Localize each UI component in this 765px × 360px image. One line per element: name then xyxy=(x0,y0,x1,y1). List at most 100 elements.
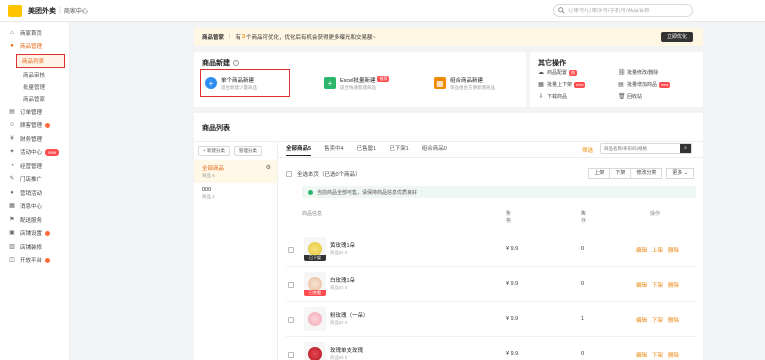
product-thumbnail[interactable] xyxy=(304,307,326,331)
download-icon: ⇩ xyxy=(538,93,544,100)
marketing-icon: ♦ xyxy=(10,189,14,196)
row-checkbox[interactable] xyxy=(288,317,294,323)
status-tip: 当前商品全部可售，请保持商品信息优质良好 xyxy=(302,186,696,198)
sidebar-sub-batch-manage[interactable]: 批量管理 xyxy=(0,81,69,93)
notification-dot xyxy=(45,230,51,236)
row-checkbox[interactable] xyxy=(288,247,294,253)
home-icon: ⌂ xyxy=(10,29,14,36)
shelf-off-link[interactable]: 下架 xyxy=(652,353,663,359)
product-thumbnail[interactable]: 已售罄 xyxy=(304,272,326,296)
order-icon: ▤ xyxy=(9,108,15,115)
edit-link[interactable]: 编辑 xyxy=(636,318,647,324)
sidebar-sub-product-review[interactable]: 商品审核 xyxy=(0,69,69,81)
batch-shelf-link[interactable]: ▦ 批量上下架 new xyxy=(538,81,618,88)
sidebar-item-messages[interactable]: ▦ 消息中心 xyxy=(0,200,69,214)
check-dot-icon xyxy=(308,189,313,195)
tab-sold-out[interactable]: 已售罄1 xyxy=(357,142,377,156)
product-name[interactable]: 黄玫瑰1朵 xyxy=(330,241,355,249)
shelf-off-link[interactable]: 下架 xyxy=(652,283,663,289)
row-checkbox[interactable] xyxy=(288,282,294,288)
product-id: 商品ID 0 xyxy=(330,355,348,360)
global-search-box[interactable] xyxy=(553,4,693,17)
shelf-on-link[interactable]: 上架 xyxy=(652,248,663,254)
delete-link[interactable]: 删除 xyxy=(668,248,679,254)
rose-image xyxy=(308,312,322,326)
single-product-create-option[interactable]: + 单个商品新建 适合新建少量商品 xyxy=(200,69,290,97)
product-name[interactable]: 白玫瑰1朵 xyxy=(330,276,355,284)
sidebar-item-finance[interactable]: ¥ 财务管理 xyxy=(0,132,69,146)
sidebar-sub-product-steward[interactable]: 商品管家 xyxy=(0,93,69,105)
tab-all[interactable]: 全部商品5 xyxy=(286,142,312,156)
new-tag: new xyxy=(45,148,60,156)
download-products-link[interactable]: ⇩ 下载商品 xyxy=(538,93,618,101)
notice-count: 3 xyxy=(241,34,246,40)
sidebar-item-products[interactable]: ● 商品管理 xyxy=(0,40,69,54)
shelf-on-button[interactable]: 上架 xyxy=(588,168,611,179)
product-config-link[interactable]: ☁ 商品配置热 xyxy=(538,69,618,76)
category-count: 商品 5 xyxy=(202,173,215,178)
filter-link[interactable]: 筛选 xyxy=(582,146,593,154)
sidebar-item-decor[interactable]: ▥ 店铺装修 xyxy=(0,240,69,254)
product-stock: 0 xyxy=(581,351,585,357)
sidebar-item-shop-settings[interactable]: ▣ 店铺设置 xyxy=(0,227,69,241)
sidebar-item-home[interactable]: ⌂ 商家首页 xyxy=(0,26,69,40)
manage-category-button[interactable]: 管理分类 xyxy=(233,146,262,156)
optimize-now-button[interactable]: 立即优化 xyxy=(660,32,693,42)
new-category-button[interactable]: + 新建分类 xyxy=(198,146,230,156)
finance-icon: ¥ xyxy=(10,135,14,142)
edit-link[interactable]: 编辑 xyxy=(636,248,647,254)
product-thumbnail[interactable] xyxy=(304,342,326,360)
product-name[interactable]: 玫瑰单支玫瑰 xyxy=(330,346,363,354)
select-all-checkbox[interactable] xyxy=(286,171,292,177)
table-header: 商品信息 价格 ⇅ 库存 ⇅ 操作 xyxy=(302,210,661,224)
global-search-input[interactable] xyxy=(568,7,688,14)
sidebar-item-platform[interactable]: ◫ 开放平台 xyxy=(0,254,69,268)
delete-link[interactable]: 删除 xyxy=(668,283,679,289)
gear-icon[interactable]: ⚙ xyxy=(266,164,271,171)
rose-image xyxy=(308,242,322,256)
sidebar-item-delivery[interactable]: ⚑ 配送服务 xyxy=(0,213,69,227)
sidebar-item-orders[interactable]: ▤ 订单管理 xyxy=(0,105,69,119)
delete-link[interactable]: 删除 xyxy=(668,318,679,324)
new-tag: new xyxy=(574,81,586,88)
shelf-off-button[interactable]: 下架 xyxy=(609,168,632,179)
sidebar-item-activity[interactable]: ✦ 活动中心 new xyxy=(0,146,69,160)
product-search-input[interactable] xyxy=(601,144,681,153)
excel-batch-create-option[interactable]: + Excel批量新建 推荐 适合快速新建商品 xyxy=(324,69,414,97)
sidebar-item-marketing[interactable]: ♦ 营销活动 xyxy=(0,186,69,200)
batch-edit-delete-link[interactable]: ⛓ 批量修改/删除 xyxy=(618,69,698,77)
row-checkbox[interactable] xyxy=(288,352,294,358)
category-all-products[interactable]: 全部商品 商品 5 ⚙ xyxy=(194,160,277,183)
more-dropdown[interactable]: 更多 ⌄ xyxy=(666,168,694,179)
tab-combo[interactable]: 组合商品0 xyxy=(422,142,447,156)
product-price: ¥ 9.9 xyxy=(506,246,519,252)
edit-category-button[interactable]: 修改分类 xyxy=(630,168,663,179)
recycle-bin-link[interactable]: 🗑 回收站 xyxy=(618,93,698,101)
tab-off-shelf[interactable]: 已下架1 xyxy=(389,142,409,156)
edit-link[interactable]: 编辑 xyxy=(636,283,647,289)
edit-link[interactable]: 编辑 xyxy=(636,353,647,359)
search-icon[interactable]: ⌕ xyxy=(680,144,691,153)
batch-add-link[interactable]: ▤ 批量增加商品 new xyxy=(618,81,698,88)
help-icon[interactable]: ? xyxy=(233,60,239,67)
tab-on-sale[interactable]: 售卖中4 xyxy=(324,142,344,156)
shelf-off-link[interactable]: 下架 xyxy=(652,318,663,324)
option-desc: 适合快速新建商品 xyxy=(340,84,376,90)
product-thumbnail[interactable]: 已下架 xyxy=(304,237,326,261)
sidebar-sub-product-list[interactable]: 商品列表 xyxy=(16,54,65,68)
product-search-box[interactable]: ⌕ xyxy=(600,143,692,154)
shop-icon: ▣ xyxy=(9,230,15,237)
new-tag: new xyxy=(659,81,671,88)
delete-link[interactable]: 删除 xyxy=(668,353,679,359)
category-000[interactable]: 000 商品 1 xyxy=(194,183,277,204)
sidebar-item-promotion[interactable]: ✎ 门店推广 xyxy=(0,173,69,187)
option-desc: 适合新建少量商品 xyxy=(221,84,257,90)
product-name[interactable]: 粉玫瑰（一朵） xyxy=(330,311,369,319)
meituan-logo[interactable] xyxy=(8,4,22,17)
sidebar-item-operations[interactable]: ◔ 经营管理 xyxy=(0,159,69,173)
combo-product-create-option[interactable]: ▦ 组合商品新建 单品组合方便新增商品 xyxy=(434,69,522,97)
sidebar-item-customers[interactable]: ☺ 顾客管理 xyxy=(0,119,69,133)
category-count: 商品 1 xyxy=(202,194,215,199)
user-icon: ☺ xyxy=(9,122,16,129)
new-product-card: 商品新建? + 单个商品新建 适合新建少量商品 + Excel批量新建 推荐 适合快速… xyxy=(194,52,526,107)
